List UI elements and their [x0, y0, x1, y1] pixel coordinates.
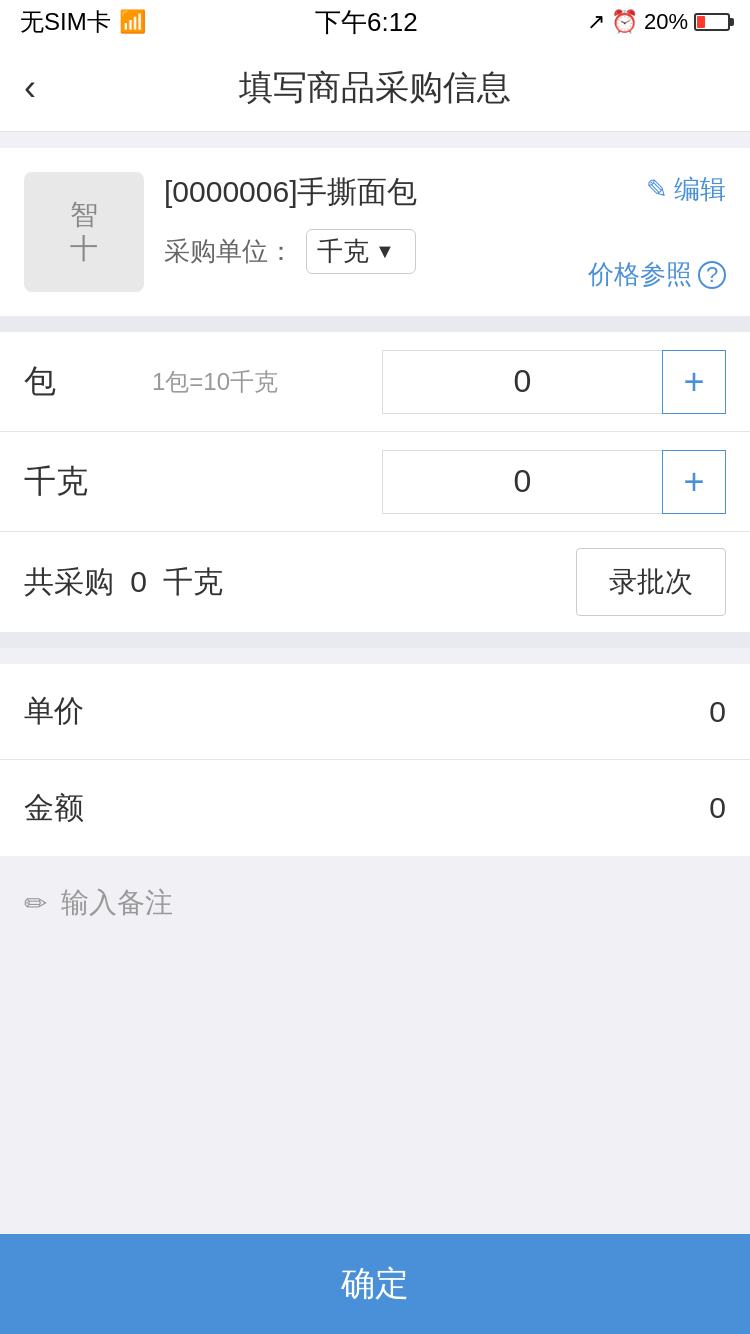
summary-amount: 0	[130, 565, 147, 598]
battery-percent: 20%	[644, 9, 688, 35]
amount-label: 金额	[24, 788, 84, 829]
edit-icon: ✎	[646, 174, 668, 205]
bag-sublabel: 1包=10千克	[152, 366, 278, 398]
bag-input[interactable]	[382, 350, 662, 414]
kg-plus-button[interactable]: +	[662, 450, 726, 514]
nav-bar: ‹ 填写商品采购信息	[0, 44, 750, 132]
help-icon: ?	[698, 261, 726, 289]
bag-label: 包	[24, 360, 144, 404]
bag-plus-button[interactable]: +	[662, 350, 726, 414]
time-label: 下午6:12	[315, 5, 418, 40]
product-card: 智 十 [0000006]手撕面包 采购单位： 千克 ▼ ✎ 编辑 价格参照 ?	[0, 148, 750, 316]
kg-label: 千克	[24, 460, 144, 504]
wifi-icon: 📶	[119, 9, 146, 35]
summary-row: 共采购 0 千克 录批次	[0, 532, 750, 632]
batch-button[interactable]: 录批次	[576, 548, 726, 616]
bag-input-row: 包 1包=10千克 +	[0, 332, 750, 432]
notes-section[interactable]: ✏ 输入备注	[0, 856, 750, 950]
section-divider-2	[0, 632, 750, 648]
status-bar: 无SIM卡 📶 下午6:12 ↗ ⏰ 20%	[0, 0, 750, 44]
kg-input[interactable]	[382, 450, 662, 514]
unit-price-row: 单价 0	[0, 664, 750, 760]
edit-button[interactable]: ✎ 编辑	[646, 172, 726, 207]
unit-price-label: 单价	[24, 691, 84, 732]
detail-section: 单价 0 金额 0	[0, 664, 750, 856]
back-button[interactable]: ‹	[24, 67, 36, 109]
unit-value: 千克	[317, 234, 369, 269]
kg-field-wrapper: +	[144, 450, 726, 514]
status-left: 无SIM卡 📶	[20, 6, 146, 38]
battery-icon	[694, 13, 730, 31]
status-right: ↗ ⏰ 20%	[587, 9, 730, 35]
carrier-label: 无SIM卡	[20, 6, 111, 38]
unit-label: 采购单位：	[164, 234, 294, 269]
dropdown-arrow-icon: ▼	[375, 240, 395, 263]
product-name: [0000006]手撕面包	[164, 172, 726, 213]
page-title: 填写商品采购信息	[239, 65, 511, 111]
kg-input-row: 千克 +	[0, 432, 750, 532]
amount-row: 金额 0	[0, 760, 750, 856]
price-ref-button[interactable]: 价格参照 ?	[588, 257, 726, 292]
confirm-label: 确定	[341, 1261, 409, 1307]
bag-field-wrapper: +	[278, 350, 726, 414]
location-icon: ↗	[587, 9, 605, 35]
alarm-icon: ⏰	[611, 9, 638, 35]
product-logo: 智 十	[70, 198, 98, 265]
section-divider-1	[0, 316, 750, 332]
amount-value: 0	[709, 791, 726, 825]
unit-price-value: 0	[709, 695, 726, 729]
pencil-icon: ✏	[24, 887, 47, 920]
input-section: 包 1包=10千克 + 千克 + 共采购 0 千克 录批次	[0, 332, 750, 632]
bottom-spacer	[0, 950, 750, 1150]
confirm-button[interactable]: 确定	[0, 1234, 750, 1334]
product-image: 智 十	[24, 172, 144, 292]
summary-text: 共采购 0 千克	[24, 562, 223, 603]
unit-select[interactable]: 千克 ▼	[306, 229, 416, 274]
notes-placeholder: 输入备注	[61, 884, 173, 922]
